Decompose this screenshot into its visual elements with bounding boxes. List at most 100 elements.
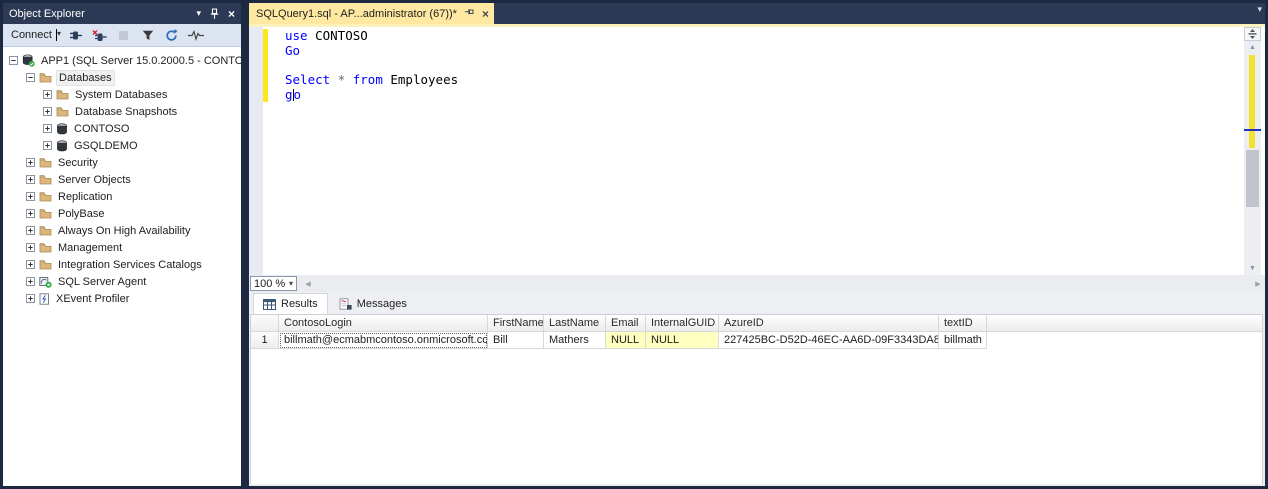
- tree-item-system-databases[interactable]: System Databases: [3, 86, 241, 103]
- refresh-icon[interactable]: [164, 27, 180, 43]
- activity-monitor-icon[interactable]: [187, 27, 204, 43]
- folder-icon: [39, 72, 52, 83]
- code-area[interactable]: use CONTOSO Go Select * from Employees go: [285, 28, 458, 103]
- tree-item-security[interactable]: Security: [3, 154, 241, 171]
- column-header-firstname[interactable]: FirstName: [488, 315, 544, 332]
- scroll-left-icon[interactable]: ◀: [301, 276, 315, 291]
- expand-icon[interactable]: [43, 124, 52, 133]
- expand-icon[interactable]: [26, 243, 35, 252]
- tab-label: Results: [281, 298, 318, 310]
- expand-icon[interactable]: [43, 107, 52, 116]
- tree-item-gsqldemo[interactable]: GSQLDEMO: [3, 137, 241, 154]
- split-window-grip[interactable]: [1244, 27, 1261, 41]
- tree-item-app1-sql-server-15-0-2000-5-conto[interactable]: APP1 (SQL Server 15.0.2000.5 - CONTO: [3, 52, 241, 69]
- database-icon: [56, 122, 68, 135]
- grid-corner-cell[interactable]: [251, 315, 279, 332]
- expand-icon[interactable]: [26, 158, 35, 167]
- expand-icon[interactable]: [26, 277, 35, 286]
- expand-icon[interactable]: [26, 226, 35, 235]
- tree-item-server-objects[interactable]: Server Objects: [3, 171, 241, 188]
- object-explorer-toolbar: Connect ▾: [3, 24, 241, 47]
- tree-item-sql-server-agent[interactable]: SQL Server Agent: [3, 273, 241, 290]
- expand-icon[interactable]: [43, 90, 52, 99]
- expand-icon[interactable]: [26, 260, 35, 269]
- disconnect-object-icon[interactable]: [92, 27, 108, 43]
- cell-lastname[interactable]: Mathers: [544, 332, 606, 349]
- code-line-3[interactable]: [285, 58, 458, 73]
- tree-item-label: Management: [58, 241, 123, 254]
- cell-contosologin[interactable]: billmath@ecmabmcontoso.onmicrosoft.com: [279, 332, 488, 349]
- zoom-level: 100 %: [254, 277, 286, 290]
- code-token: from: [352, 72, 383, 88]
- code-line-5[interactable]: go: [285, 87, 458, 103]
- results-grid[interactable]: ContosoLogin FirstName LastName Email Intern…: [250, 314, 1263, 484]
- cell-firstname[interactable]: Bill: [488, 332, 544, 349]
- editor-vertical-scrollbar[interactable]: ▲ ▼: [1244, 27, 1261, 275]
- tab-results[interactable]: Results: [253, 293, 328, 314]
- object-explorer-panel: Object Explorer ▾ × Connect ▾ APP1 (SQL …: [3, 3, 241, 486]
- column-header-lastname[interactable]: LastName: [544, 315, 606, 332]
- code-line-1[interactable]: use CONTOSO: [285, 28, 458, 44]
- tree-item-database-snapshots[interactable]: Database Snapshots: [3, 103, 241, 120]
- column-header-internalguid[interactable]: InternalGUID: [646, 315, 719, 332]
- column-header-azureid[interactable]: AzureID: [719, 315, 939, 332]
- expand-icon[interactable]: [43, 141, 52, 150]
- code-token: use: [285, 28, 308, 43]
- cell-textid[interactable]: billmath: [939, 332, 987, 349]
- connect-button[interactable]: Connect ▾: [8, 27, 61, 43]
- filter-icon[interactable]: [140, 27, 156, 43]
- tree-item-label: Database Snapshots: [75, 105, 178, 118]
- query-editor[interactable]: use CONTOSO Go Select * from Employees go ▲…: [249, 27, 1265, 275]
- scroll-right-icon[interactable]: ▶: [1251, 276, 1265, 291]
- scroll-down-icon[interactable]: ▼: [1244, 262, 1261, 275]
- cell-email[interactable]: NULL: [606, 332, 646, 349]
- tree-item-xevent-profiler[interactable]: XEvent Profiler: [3, 290, 241, 307]
- tab-list-dropdown-icon[interactable]: ▾: [1257, 4, 1262, 15]
- tab-label: Messages: [356, 298, 407, 310]
- tab-messages[interactable]: Messages: [329, 293, 417, 314]
- tree-item-management[interactable]: Management: [3, 239, 241, 256]
- scrollbar-thumb[interactable]: [1246, 150, 1259, 207]
- tree-item-contoso[interactable]: CONTOSO: [3, 120, 241, 137]
- cell-azureid[interactable]: 227425BC-D52D-46EC-AA6D-09F3343DA88B: [719, 332, 939, 349]
- grid-header-row: ContosoLogin FirstName LastName Email Intern…: [251, 315, 1262, 332]
- scrollbar-change-annotation: [1249, 55, 1255, 148]
- expand-icon[interactable]: [26, 175, 35, 184]
- tree-item-integration-services-catalogs[interactable]: Integration Services Catalogs: [3, 256, 241, 273]
- collapse-icon[interactable]: [9, 56, 18, 65]
- tree-item-replication[interactable]: Replication: [3, 188, 241, 205]
- editor-horizontal-scrollbar[interactable]: ◀ ▶: [301, 276, 1265, 291]
- folder-icon: [39, 208, 52, 219]
- connect-object-icon[interactable]: [68, 27, 84, 43]
- expand-icon[interactable]: [26, 294, 35, 303]
- tree-item-databases[interactable]: Databases: [3, 69, 241, 86]
- code-line-2[interactable]: Go: [285, 43, 458, 59]
- column-header-contosologin[interactable]: ContosoLogin: [279, 315, 488, 332]
- expand-icon[interactable]: [26, 209, 35, 218]
- editor-selection-margin: [249, 27, 263, 275]
- object-explorer-title: Object Explorer: [9, 7, 85, 20]
- window-position-icon[interactable]: ▾: [196, 9, 201, 18]
- row-number-cell[interactable]: 1: [251, 332, 279, 349]
- code-token: Select: [285, 72, 331, 88]
- code-line-4[interactable]: Select * from Employees: [285, 72, 458, 88]
- tab-sqlquery1[interactable]: SQLQuery1.sql - AP...administrator (67))…: [249, 3, 494, 24]
- object-explorer-tree: APP1 (SQL Server 15.0.2000.5 - CONTO Data…: [3, 47, 241, 486]
- expand-icon[interactable]: [26, 192, 35, 201]
- tab-close-icon[interactable]: ×: [482, 8, 489, 20]
- tree-item-label: Databases: [56, 69, 115, 86]
- object-explorer-titlebar[interactable]: Object Explorer ▾ ×: [3, 3, 241, 24]
- zoom-select[interactable]: 100 % ▾: [250, 276, 297, 291]
- agent-icon: [39, 276, 52, 288]
- tree-item-polybase[interactable]: PolyBase: [3, 205, 241, 222]
- column-header-textid[interactable]: textID: [939, 315, 987, 332]
- pin-icon[interactable]: [210, 7, 219, 20]
- collapse-icon[interactable]: [26, 73, 35, 82]
- tab-pin-icon[interactable]: [464, 8, 475, 19]
- column-header-email[interactable]: Email: [606, 315, 646, 332]
- cell-internalguid[interactable]: NULL: [646, 332, 719, 349]
- scrollbar-caret-marker: [1244, 129, 1261, 131]
- scroll-up-icon[interactable]: ▲: [1244, 41, 1261, 54]
- close-icon[interactable]: ×: [228, 8, 235, 20]
- tree-item-always-on-high-availability[interactable]: Always On High Availability: [3, 222, 241, 239]
